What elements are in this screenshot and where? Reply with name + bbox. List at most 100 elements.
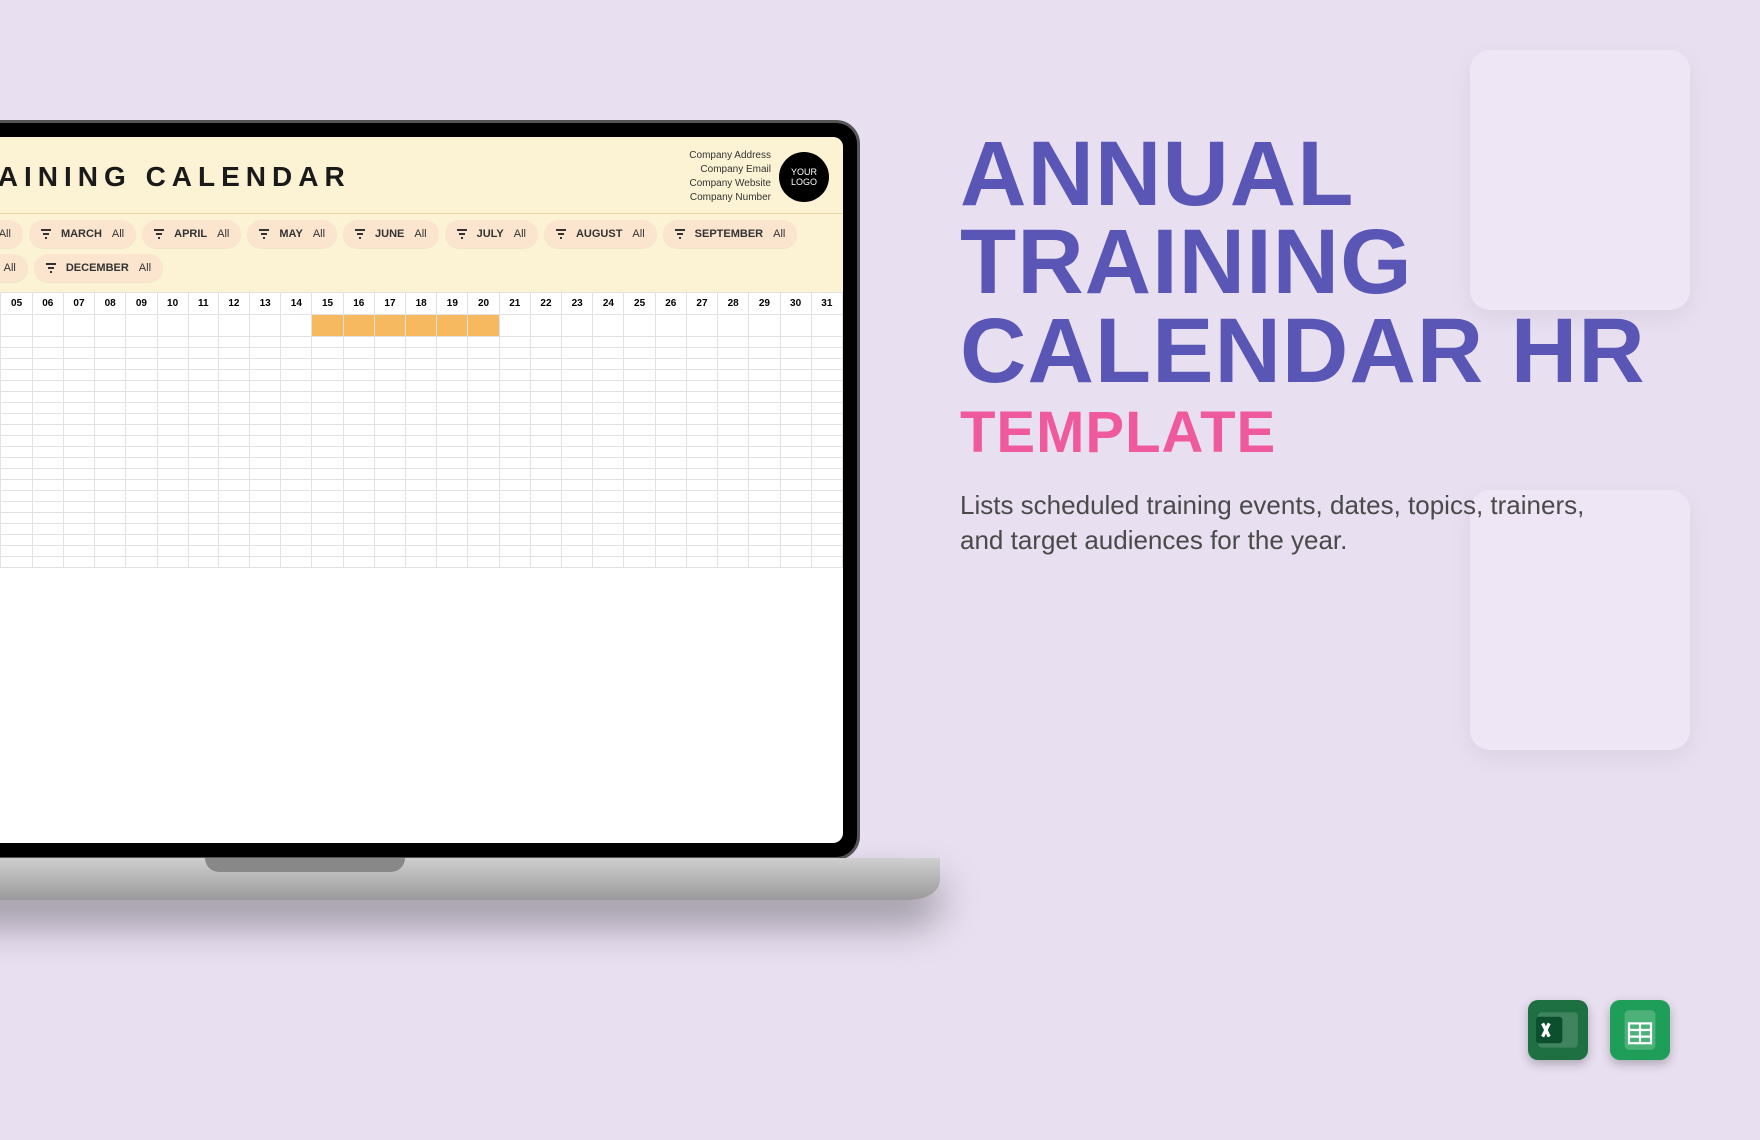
cell-day[interactable] <box>188 414 218 425</box>
cell-day[interactable] <box>250 491 281 502</box>
cell-day[interactable] <box>374 414 405 425</box>
cell-day[interactable] <box>530 491 561 502</box>
cell-day[interactable] <box>188 348 218 359</box>
cell-day[interactable] <box>686 480 717 491</box>
cell-day[interactable] <box>32 480 63 491</box>
cell-day[interactable] <box>593 447 624 458</box>
cell-day[interactable] <box>157 524 188 535</box>
cell-day[interactable] <box>780 546 811 557</box>
cell-day[interactable] <box>374 381 405 392</box>
cell-day[interactable] <box>624 436 655 447</box>
cell-day[interactable] <box>718 359 749 370</box>
cell-day[interactable] <box>624 392 655 403</box>
cell-day[interactable] <box>312 557 343 568</box>
cell-day[interactable] <box>188 524 218 535</box>
cell-day[interactable] <box>63 524 94 535</box>
cell-day[interactable] <box>1 436 32 447</box>
cell-day[interactable] <box>655 414 686 425</box>
cell-day[interactable] <box>126 447 157 458</box>
cell-day[interactable] <box>250 535 281 546</box>
cell-day[interactable] <box>686 315 717 337</box>
cell-day[interactable] <box>1 458 32 469</box>
cell-day[interactable] <box>343 513 374 524</box>
cell-day[interactable] <box>499 469 530 480</box>
cell-day[interactable] <box>562 524 593 535</box>
cell-day[interactable] <box>718 524 749 535</box>
cell-day[interactable] <box>32 337 63 348</box>
cell-day[interactable] <box>437 524 468 535</box>
cell-day[interactable] <box>218 370 249 381</box>
cell-day[interactable] <box>374 348 405 359</box>
cell-day[interactable] <box>1 381 32 392</box>
cell-day[interactable] <box>780 513 811 524</box>
cell-day[interactable] <box>593 414 624 425</box>
cell-day[interactable] <box>157 447 188 458</box>
cell-day[interactable] <box>250 447 281 458</box>
cell-day[interactable] <box>686 381 717 392</box>
cell-day[interactable] <box>593 337 624 348</box>
cell-day[interactable] <box>188 535 218 546</box>
cell-day[interactable] <box>218 469 249 480</box>
cell-day[interactable] <box>468 447 499 458</box>
cell-day[interactable] <box>655 370 686 381</box>
cell-day[interactable] <box>157 458 188 469</box>
cell-day[interactable] <box>281 447 312 458</box>
cell-day[interactable] <box>562 458 593 469</box>
cell-day[interactable] <box>686 337 717 348</box>
cell-day[interactable] <box>1 469 32 480</box>
cell-day[interactable] <box>499 392 530 403</box>
cell-day[interactable] <box>126 337 157 348</box>
cell-day[interactable] <box>157 546 188 557</box>
cell-day[interactable] <box>468 491 499 502</box>
cell-day[interactable] <box>406 524 437 535</box>
cell-day[interactable] <box>655 447 686 458</box>
cell-day[interactable] <box>593 315 624 337</box>
cell-day[interactable] <box>157 315 188 337</box>
cell-day[interactable] <box>437 557 468 568</box>
cell-day[interactable] <box>281 348 312 359</box>
cell-day[interactable] <box>126 359 157 370</box>
cell-day[interactable] <box>562 403 593 414</box>
cell-day[interactable] <box>188 469 218 480</box>
cell-day[interactable] <box>126 502 157 513</box>
cell-day[interactable] <box>686 491 717 502</box>
cell-day[interactable] <box>406 502 437 513</box>
cell-day[interactable] <box>530 370 561 381</box>
cell-day[interactable] <box>406 557 437 568</box>
cell-day[interactable] <box>749 315 780 337</box>
cell-day[interactable] <box>157 348 188 359</box>
cell-day[interactable] <box>530 557 561 568</box>
cell-day[interactable] <box>624 370 655 381</box>
cell-day[interactable] <box>406 447 437 458</box>
cell-day[interactable] <box>63 436 94 447</box>
cell-day[interactable] <box>468 524 499 535</box>
cell-day[interactable] <box>126 513 157 524</box>
cell-day[interactable] <box>188 447 218 458</box>
cell-day[interactable] <box>468 359 499 370</box>
cell-day[interactable] <box>250 502 281 513</box>
cell-day[interactable] <box>624 513 655 524</box>
cell-day[interactable] <box>32 502 63 513</box>
cell-day[interactable] <box>811 403 842 414</box>
cell-day[interactable] <box>157 491 188 502</box>
cell-day[interactable] <box>780 469 811 480</box>
cell-day[interactable] <box>468 348 499 359</box>
cell-day[interactable] <box>343 535 374 546</box>
cell-day[interactable] <box>312 370 343 381</box>
cell-day[interactable] <box>718 436 749 447</box>
cell-day[interactable] <box>95 546 126 557</box>
cell-day[interactable] <box>32 546 63 557</box>
cell-day[interactable] <box>624 414 655 425</box>
cell-day[interactable] <box>1 513 32 524</box>
cell-day[interactable] <box>343 315 374 337</box>
cell-day[interactable] <box>686 370 717 381</box>
cell-day[interactable] <box>406 392 437 403</box>
cell-day[interactable] <box>63 370 94 381</box>
cell-day[interactable] <box>780 370 811 381</box>
cell-day[interactable] <box>218 381 249 392</box>
cell-day[interactable] <box>499 348 530 359</box>
cell-day[interactable] <box>188 403 218 414</box>
cell-day[interactable] <box>188 458 218 469</box>
cell-day[interactable] <box>312 546 343 557</box>
cell-day[interactable] <box>406 315 437 337</box>
